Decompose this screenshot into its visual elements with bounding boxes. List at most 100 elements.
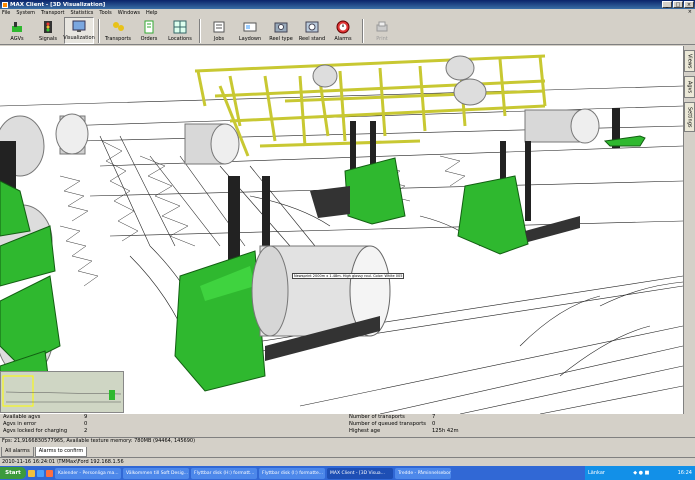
stat-value: 7 (432, 414, 436, 420)
stat-value: 2 (84, 428, 88, 434)
tab-alarms-to-confirm[interactable]: Alarms to confirm (34, 447, 88, 457)
clock: 16:24 (677, 470, 692, 476)
status-bar: 2010-11-16 16:24:01 \TMMax\Ford 192.168.… (0, 457, 695, 466)
print-label: Print (376, 36, 388, 42)
tab-views-label: Views (686, 53, 693, 69)
menu-bar: File System Transport Statistics Tools W… (0, 9, 695, 17)
window-title: MAX Client - [3D Visualization] (10, 1, 106, 8)
laydown-label: Laydown (238, 36, 262, 42)
laydown-button[interactable]: Laydown (235, 17, 265, 44)
menu-statistics[interactable]: Statistics (71, 10, 94, 16)
quicklaunch-app-icon[interactable] (46, 469, 53, 477)
tab-agvs[interactable]: Agvs (684, 76, 695, 98)
mdi-close-button[interactable]: × (688, 9, 692, 15)
maximize-button[interactable]: □ (673, 1, 683, 8)
tab-views[interactable]: Views (684, 50, 695, 72)
menu-file[interactable]: File (2, 10, 10, 16)
locations-icon (173, 20, 187, 34)
minimap-graphic (2, 375, 122, 407)
side-tab-strip: Views Agvs Settings (683, 46, 695, 414)
minimize-button[interactable]: _ (662, 1, 672, 8)
title-bar: MAX Client - [3D Visualization] _ □ × (0, 0, 695, 9)
locations-button[interactable]: Locations (165, 17, 195, 44)
stat-label: Highest age (349, 428, 381, 434)
reel-type-label: Reel type (269, 36, 293, 42)
stat-label: Agvs in error (3, 421, 37, 427)
menu-tools[interactable]: Tools (99, 10, 111, 16)
orders-icon (142, 20, 156, 34)
stat-label: Available agvs (3, 414, 41, 420)
fps-readout: Fps: 21,9166830577965, Available texture… (0, 437, 695, 445)
stat-value: 9 (84, 414, 88, 420)
transports-button[interactable]: Transports (103, 17, 133, 44)
minimap[interactable] (0, 371, 124, 413)
signals-button[interactable]: Signals (33, 17, 63, 44)
menu-transport[interactable]: Transport (41, 10, 64, 16)
tab-settings[interactable]: Settings (684, 102, 695, 132)
orders-button[interactable]: Orders (134, 17, 164, 44)
alarms-button[interactable]: Alarms (328, 17, 358, 44)
taskbar-item-active[interactable]: MAX Client - [3D Visua... (327, 467, 393, 479)
agvs-label: AGVs (10, 36, 24, 42)
reel-stand-label: Reel stand (298, 36, 326, 42)
tab-all-alarms[interactable]: All alarms (1, 447, 34, 457)
reel-type-icon (274, 20, 288, 34)
stat-value: 125h 42m (432, 428, 459, 434)
visualization-label: Visualization (63, 35, 95, 41)
signals-label: Signals (39, 36, 57, 42)
stat-value: 0 (84, 421, 88, 427)
menu-help[interactable]: Help (146, 10, 157, 16)
agvs-button[interactable]: AGVs (2, 17, 32, 44)
quicklaunch-folder-icon[interactable] (28, 469, 35, 477)
alarms-icon (336, 20, 350, 34)
toolbar-separator (98, 19, 100, 43)
quicklaunch-browser-icon[interactable] (37, 469, 44, 477)
3d-scene (0, 54, 683, 414)
signals-icon (41, 20, 55, 34)
transports-label: Transports (104, 36, 132, 42)
app-icon (2, 1, 8, 8)
toolbar-separator (199, 19, 201, 43)
print-icon (375, 20, 389, 34)
tray-icons: ◆ ● ■ (633, 470, 650, 476)
print-button[interactable]: Print (367, 17, 397, 44)
stat-label: Agvs locked for charging (3, 428, 68, 434)
orders-label: Orders (140, 36, 158, 42)
start-button[interactable]: Start (0, 467, 26, 479)
jobs-label: Jobs (213, 36, 225, 42)
close-button[interactable]: × (684, 1, 694, 8)
taskbar-item[interactable]: Flyttbar disk (I:) formatte... (259, 467, 325, 479)
3d-viewport[interactable]: Newsprint 2000m x 1.48m. High glossy rou… (0, 46, 683, 414)
alarm-tabs: All alarms Alarms to confirm (0, 447, 695, 457)
visualization-button[interactable]: Visualization (63, 17, 95, 44)
stats-panel: Available agvs 9 Agvs in error 0 Agvs lo… (0, 414, 695, 437)
stat-value: 0 (432, 421, 436, 427)
reel-stand-icon (305, 20, 319, 34)
system-tray: Länkar ◆ ● ■ 16:24 (585, 466, 695, 480)
alarms-label: Alarms (334, 36, 352, 42)
stat-label: Number of queued transports (349, 421, 427, 427)
reel-type-button[interactable]: Reel type (266, 17, 296, 44)
menu-system[interactable]: System (16, 10, 35, 16)
menu-windows[interactable]: Windows (118, 10, 140, 16)
toolbar-separator (362, 19, 364, 43)
links-toolbar[interactable]: Länkar (588, 470, 605, 476)
reel-info-tooltip: Newsprint 2000m x 1.48m. High glossy rou… (292, 273, 405, 279)
reel-stand-button[interactable]: Reel stand (297, 17, 327, 44)
stat-label: Number of transports (349, 414, 405, 420)
visualization-icon (72, 19, 86, 33)
agv-vehicles (0, 108, 646, 407)
tab-agvs-label: Agvs (686, 80, 693, 94)
taskbar-item[interactable]: Flyttbar disk (H:) formatt... (191, 467, 257, 479)
locations-label: Locations (168, 36, 192, 42)
transports-icon (111, 20, 125, 34)
agv-icon (10, 20, 24, 34)
jobs-button[interactable]: Jobs (204, 17, 234, 44)
tab-settings-label: Settings (686, 106, 693, 128)
toolbar: AGVs Signals Visualization Transports Or… (0, 17, 695, 45)
laydown-icon (243, 20, 257, 34)
taskbar-item[interactable]: Kalender - Personliga ma... (55, 467, 121, 479)
jobs-icon (212, 20, 226, 34)
taskbar-item[interactable]: Välkommen till Soft Desig... (123, 467, 189, 479)
taskbar-item[interactable]: Tredde - Påminnelsebord (395, 467, 451, 479)
